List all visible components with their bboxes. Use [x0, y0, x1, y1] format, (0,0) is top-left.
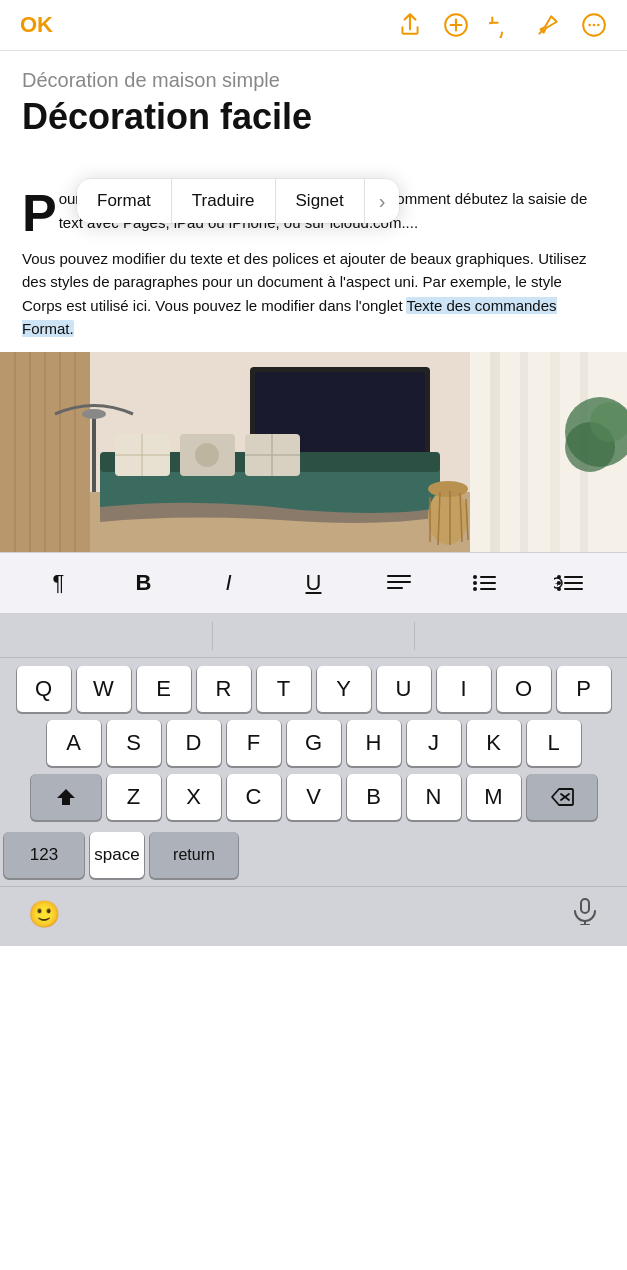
key-row-2: A S D F G H J K L — [4, 720, 623, 766]
svg-point-36 — [428, 481, 468, 497]
key-z[interactable]: Z — [107, 774, 161, 820]
pin-icon[interactable] — [535, 12, 561, 38]
key-i[interactable]: I — [437, 666, 491, 712]
key-row-3: Z X C V B N M — [4, 774, 623, 820]
svg-rect-33 — [92, 412, 96, 492]
svg-point-29 — [195, 443, 219, 467]
italic-button[interactable]: I — [209, 563, 249, 603]
key-y[interactable]: Y — [317, 666, 371, 712]
suggestion-divider-left — [212, 622, 213, 650]
key-x[interactable]: X — [167, 774, 221, 820]
key-l[interactable]: L — [527, 720, 581, 766]
add-icon[interactable] — [443, 12, 469, 38]
svg-point-7 — [597, 24, 600, 27]
key-f[interactable]: F — [227, 720, 281, 766]
keyboard-rows: Q W E R T Y U I O P A S D F G H J K L — [0, 658, 627, 832]
keyboard-area: Q W E R T Y U I O P A S D F G H J K L — [0, 614, 627, 946]
room-image-container — [0, 352, 627, 552]
indent-button[interactable]: + — [549, 563, 589, 603]
toolbar-icons — [397, 12, 607, 38]
keyboard-bottom-row: 123 space return — [0, 832, 627, 886]
body-paragraph: Vous pouvez modifier du texte et des pol… — [22, 247, 605, 340]
numbers-key[interactable]: 123 — [4, 832, 84, 878]
svg-point-5 — [588, 24, 591, 27]
svg-rect-64 — [581, 899, 589, 913]
context-menu: Format Traduire Signet › — [77, 179, 399, 223]
key-b[interactable]: B — [347, 774, 401, 820]
svg-rect-18 — [520, 352, 528, 552]
key-t[interactable]: T — [257, 666, 311, 712]
top-toolbar: OK — [0, 0, 627, 51]
context-menu-more[interactable]: › — [365, 179, 400, 223]
backspace-key[interactable] — [527, 774, 597, 820]
key-q[interactable]: Q — [17, 666, 71, 712]
key-r[interactable]: R — [197, 666, 251, 712]
highlight-text: Texte des commandes Format. — [22, 297, 557, 337]
document-area: Décoration de maison simple Décoration f… — [0, 51, 627, 552]
document-title: Décoration facile — [22, 96, 605, 137]
context-menu-format[interactable]: Format — [77, 179, 172, 223]
key-o[interactable]: O — [497, 666, 551, 712]
context-menu-wrapper: Format Traduire Signet › P our démarrer,… — [22, 187, 605, 237]
context-menu-bookmark[interactable]: Signet — [276, 179, 365, 223]
align-button[interactable] — [379, 563, 419, 603]
key-h[interactable]: H — [347, 720, 401, 766]
key-row-1: Q W E R T Y U I O P — [4, 666, 623, 712]
share-icon[interactable] — [397, 12, 423, 38]
key-e[interactable]: E — [137, 666, 191, 712]
return-key[interactable]: return — [150, 832, 238, 878]
svg-rect-19 — [550, 352, 560, 552]
key-u[interactable]: U — [377, 666, 431, 712]
microphone-icon[interactable] — [571, 897, 599, 932]
key-c[interactable]: C — [227, 774, 281, 820]
svg-point-6 — [593, 24, 596, 27]
list-button[interactable] — [464, 563, 504, 603]
document-subtitle: Décoration de maison simple — [22, 69, 605, 92]
suggestion-divider-right — [414, 622, 415, 650]
key-j[interactable]: J — [407, 720, 461, 766]
format-toolbar: ¶ B I U + — [0, 552, 627, 614]
keyboard-suggestions — [0, 614, 627, 658]
svg-point-50 — [473, 587, 477, 591]
key-k[interactable]: K — [467, 720, 521, 766]
space-key[interactable]: space — [90, 832, 144, 878]
svg-point-34 — [82, 409, 106, 419]
key-p[interactable]: P — [557, 666, 611, 712]
more-icon[interactable] — [581, 12, 607, 38]
paragraph-style-button[interactable]: ¶ — [39, 563, 79, 603]
svg-rect-17 — [490, 352, 500, 552]
undo-icon[interactable] — [489, 12, 515, 38]
key-a[interactable]: A — [47, 720, 101, 766]
svg-point-49 — [473, 581, 477, 585]
bottom-bar: 🙂 — [0, 886, 627, 946]
ok-button[interactable]: OK — [20, 12, 53, 38]
svg-point-48 — [473, 575, 477, 579]
context-menu-translate[interactable]: Traduire — [172, 179, 276, 223]
bold-button[interactable]: B — [124, 563, 164, 603]
drop-cap: P — [22, 191, 57, 237]
key-d[interactable]: D — [167, 720, 221, 766]
key-s[interactable]: S — [107, 720, 161, 766]
key-n[interactable]: N — [407, 774, 461, 820]
underline-button[interactable]: U — [294, 563, 334, 603]
key-v[interactable]: V — [287, 774, 341, 820]
key-m[interactable]: M — [467, 774, 521, 820]
emoji-icon[interactable]: 🙂 — [28, 899, 60, 930]
key-w[interactable]: W — [77, 666, 131, 712]
shift-key[interactable] — [31, 774, 101, 820]
key-g[interactable]: G — [287, 720, 341, 766]
svg-text:+: + — [555, 579, 560, 589]
